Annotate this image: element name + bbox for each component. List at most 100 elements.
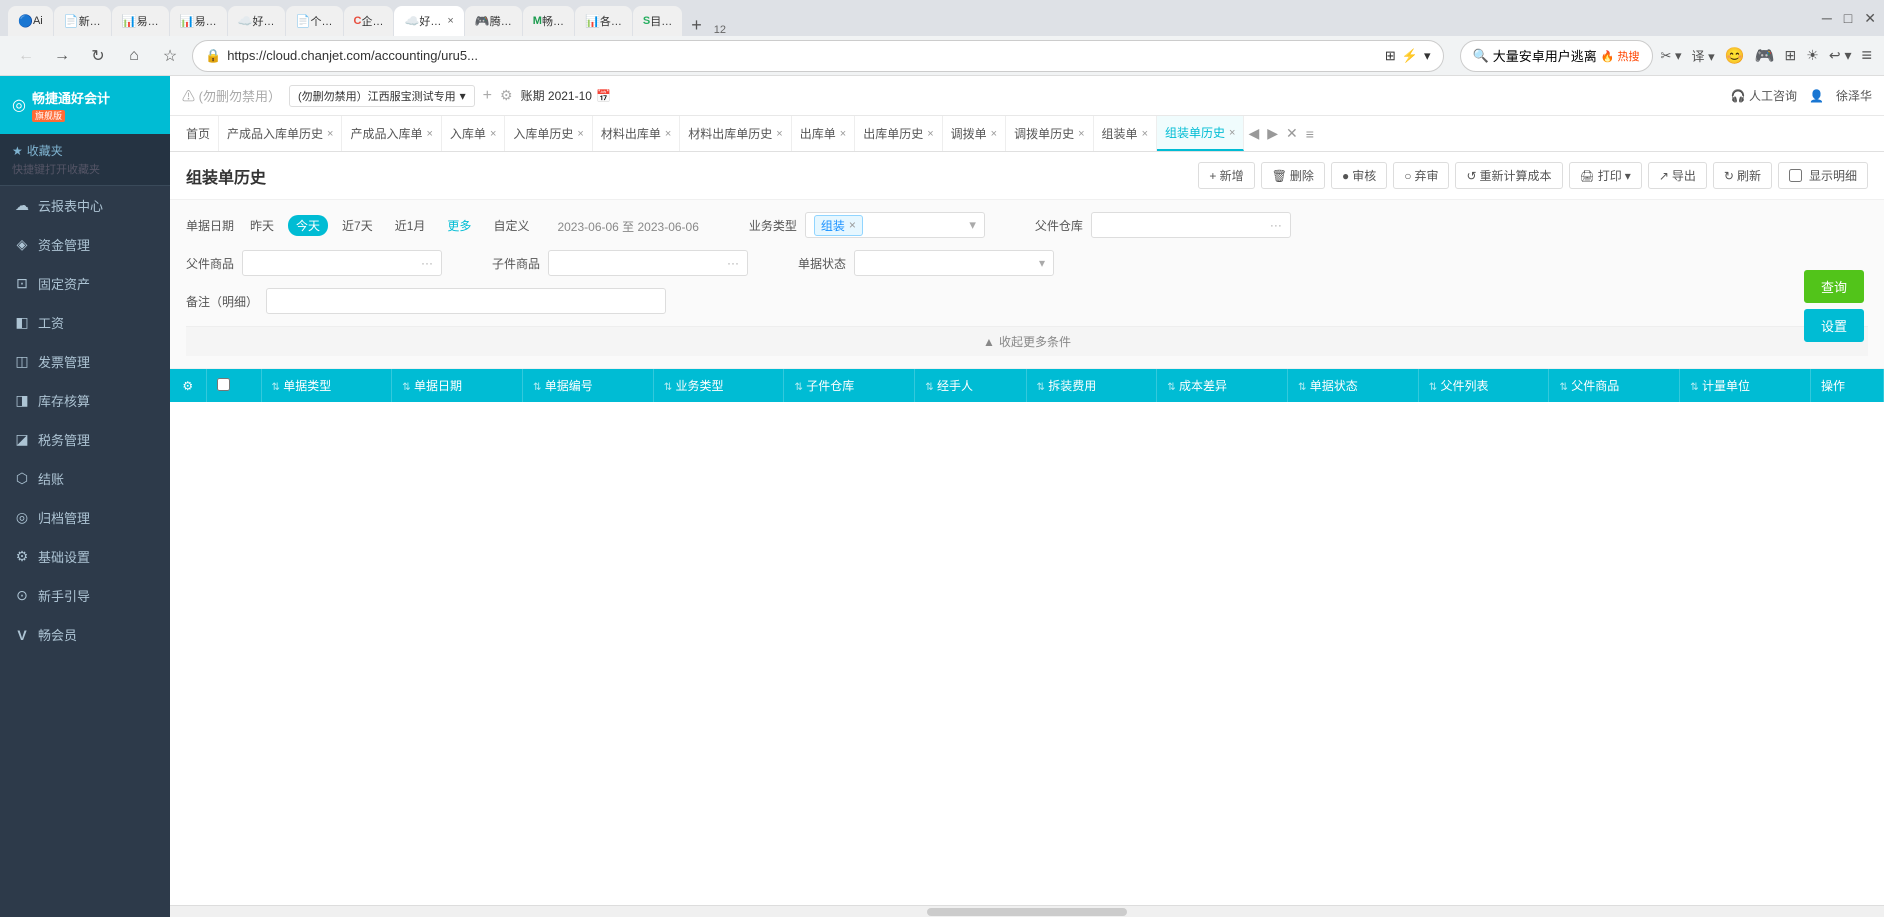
business-type-dropdown[interactable]: ▾	[969, 217, 976, 233]
th-biz-type[interactable]: ⇅ 业务类型	[653, 369, 784, 402]
th-doc-date[interactable]: ⇅ 单据日期	[392, 369, 523, 402]
undo-icon[interactable]: ↩ ▾	[1829, 47, 1852, 64]
close-icon[interactable]: ✕	[1864, 10, 1876, 27]
dropdown-icon[interactable]: ▾	[1424, 48, 1431, 64]
tab-close-assembly-history[interactable]: ×	[1229, 127, 1235, 139]
show-detail-checkbox[interactable]: 显示明细	[1778, 162, 1868, 189]
extension-icon-1[interactable]: 😊	[1725, 46, 1745, 66]
abandon-button[interactable]: ○ 弃审	[1393, 162, 1449, 189]
th-parent-goods[interactable]: ⇅ 父件商品	[1549, 369, 1680, 402]
date-btn-1month[interactable]: 近1月	[387, 215, 434, 236]
back-button[interactable]: ←	[12, 42, 40, 70]
browser-tab-11[interactable]: 📊 各…	[575, 6, 632, 36]
sidebar-item-vip[interactable]: V 畅会员	[0, 615, 170, 654]
parent-warehouse-ellipsis[interactable]: ···	[1270, 218, 1282, 232]
date-btn-custom[interactable]: 自定义	[485, 215, 537, 236]
th-doc-type[interactable]: ⇅ 单据类型	[261, 369, 392, 402]
tab-scroll-left[interactable]: ◀	[1244, 125, 1263, 142]
sidebar-item-invoice[interactable]: ◫ 发票管理	[0, 342, 170, 381]
th-handler[interactable]: ⇅ 经手人	[915, 369, 1026, 402]
browser-tab-10[interactable]: M 畅…	[523, 6, 574, 36]
extension-icon-2[interactable]: 🎮	[1755, 46, 1775, 66]
child-goods-ellipsis[interactable]: ···	[727, 256, 739, 270]
status-input[interactable]: ▾	[854, 250, 1054, 276]
tag-close-business-type[interactable]: ×	[849, 218, 856, 232]
sidebar-item-capital[interactable]: ◈ 资金管理	[0, 225, 170, 264]
tab-stock-out-history[interactable]: 出库单历史 ×	[855, 116, 942, 151]
child-goods-input[interactable]: ···	[548, 250, 748, 276]
new-button[interactable]: + 新增	[1198, 162, 1254, 189]
browser-tab-4[interactable]: 📊 易…	[170, 6, 227, 36]
browser-tab-1[interactable]: 🔵 Ai	[8, 6, 53, 36]
grid-view-icon[interactable]: ⊞	[1785, 47, 1797, 64]
tab-close-product-in[interactable]: ×	[426, 128, 432, 140]
print-button[interactable]: 🖨 打印 ▾	[1569, 162, 1642, 189]
search-bar[interactable]: 🔍 大量安卓用户逃离 🔥 热搜	[1460, 40, 1653, 72]
status-dropdown-icon[interactable]: ▾	[1039, 256, 1045, 270]
th-doc-status[interactable]: ⇅ 单据状态	[1288, 369, 1419, 402]
audit-button[interactable]: ● 审核	[1331, 162, 1387, 189]
note-input[interactable]	[266, 288, 666, 314]
tab-material-out[interactable]: 材料出库单 ×	[593, 116, 680, 151]
tab-material-out-history[interactable]: 材料出库单历史 ×	[680, 116, 791, 151]
home-button[interactable]: ⌂	[120, 42, 148, 70]
tab-close-all[interactable]: ✕	[1282, 125, 1302, 142]
tab-home[interactable]: 首页	[178, 116, 219, 151]
th-unit[interactable]: ⇅ 计量单位	[1680, 369, 1811, 402]
tab-stock-out[interactable]: 出库单 ×	[792, 116, 855, 151]
address-bar[interactable]: 🔒 https://cloud.chanjet.com/accounting/u…	[192, 40, 1444, 72]
sidebar-item-payroll[interactable]: ◧ 工资	[0, 303, 170, 342]
tab-transfer-history[interactable]: 调拨单历史 ×	[1006, 116, 1093, 151]
star-button[interactable]: ☆	[156, 42, 184, 70]
tab-stock-in-history[interactable]: 入库单历史 ×	[505, 116, 592, 151]
th-checkbox[interactable]	[206, 369, 261, 402]
parent-goods-ellipsis[interactable]: ···	[421, 256, 433, 270]
company-settings-icon[interactable]: ⚙	[500, 87, 513, 104]
date-btn-7days[interactable]: 近7天	[334, 215, 381, 236]
tab-close-assembly[interactable]: ×	[1142, 128, 1148, 140]
query-button[interactable]: 查询	[1804, 270, 1864, 303]
translate-icon[interactable]: 译 ▾	[1692, 46, 1715, 65]
sidebar-item-guide[interactable]: ⊙ 新手引导	[0, 576, 170, 615]
scissors-icon[interactable]: ✂ ▾	[1661, 48, 1682, 64]
date-btn-more[interactable]: 更多	[439, 215, 479, 236]
tab-close-material-out-history[interactable]: ×	[776, 128, 782, 140]
browser-tab-3[interactable]: 📊 易…	[112, 6, 169, 36]
add-company-icon[interactable]: +	[483, 87, 492, 105]
th-parent-list[interactable]: ⇅ 父件列表	[1418, 369, 1549, 402]
bottom-scrollbar[interactable]	[170, 905, 1884, 917]
sidebar-item-cloud-reports[interactable]: ☁ 云报表中心	[0, 186, 170, 225]
tab-close-material-out[interactable]: ×	[665, 128, 671, 140]
tab-close-stock-out-history[interactable]: ×	[927, 128, 933, 140]
parent-goods-input[interactable]: ···	[242, 250, 442, 276]
company-selector[interactable]: (勿删勿禁用）江西服宝测试专用 ▾	[289, 85, 475, 107]
recalculate-button[interactable]: ↺ 重新计算成本	[1455, 162, 1562, 189]
th-doc-no[interactable]: ⇅ 单据编号	[523, 369, 654, 402]
sidebar-item-fixed-assets[interactable]: ⊡ 固定资产	[0, 264, 170, 303]
tab-product-in-history[interactable]: 产成品入库单历史 ×	[219, 116, 342, 151]
delete-button[interactable]: 🗑 删除	[1261, 162, 1325, 189]
tab-dropdown[interactable]: ≡	[1302, 126, 1318, 142]
browser-tab-7[interactable]: C 企…	[344, 6, 394, 36]
settings-button[interactable]: 设置	[1804, 309, 1864, 342]
user-avatar[interactable]: 👤	[1809, 89, 1824, 103]
select-all-checkbox[interactable]	[217, 378, 230, 391]
tab-product-in[interactable]: 产成品入库单 ×	[342, 116, 441, 151]
th-sub-warehouse[interactable]: ⇅ 子件仓库	[784, 369, 915, 402]
minimize-icon[interactable]: ─	[1822, 10, 1832, 26]
tab-stock-in[interactable]: 入库单 ×	[442, 116, 505, 151]
export-button[interactable]: ↗ 导出	[1648, 162, 1707, 189]
th-settings[interactable]: ⚙	[170, 369, 206, 402]
tab-transfer[interactable]: 调拨单 ×	[943, 116, 1006, 151]
tab-close-8[interactable]: ×	[447, 15, 453, 27]
brightness-icon[interactable]: ☀	[1806, 47, 1819, 64]
date-btn-yesterday[interactable]: 昨天	[242, 215, 282, 236]
tab-scroll-right[interactable]: ▶	[1263, 125, 1282, 142]
tab-close-stock-out[interactable]: ×	[840, 128, 846, 140]
sidebar-item-settings[interactable]: ⚙ 基础设置	[0, 537, 170, 576]
th-cost-diff[interactable]: ⇅ 成本差异	[1157, 369, 1288, 402]
browser-tab-8[interactable]: ☁️ 好… ×	[394, 6, 463, 36]
tab-close-stock-in-history[interactable]: ×	[577, 128, 583, 140]
sidebar-item-inventory[interactable]: ◨ 库存核算	[0, 381, 170, 420]
print-dropdown-icon[interactable]: ▾	[1625, 169, 1631, 183]
